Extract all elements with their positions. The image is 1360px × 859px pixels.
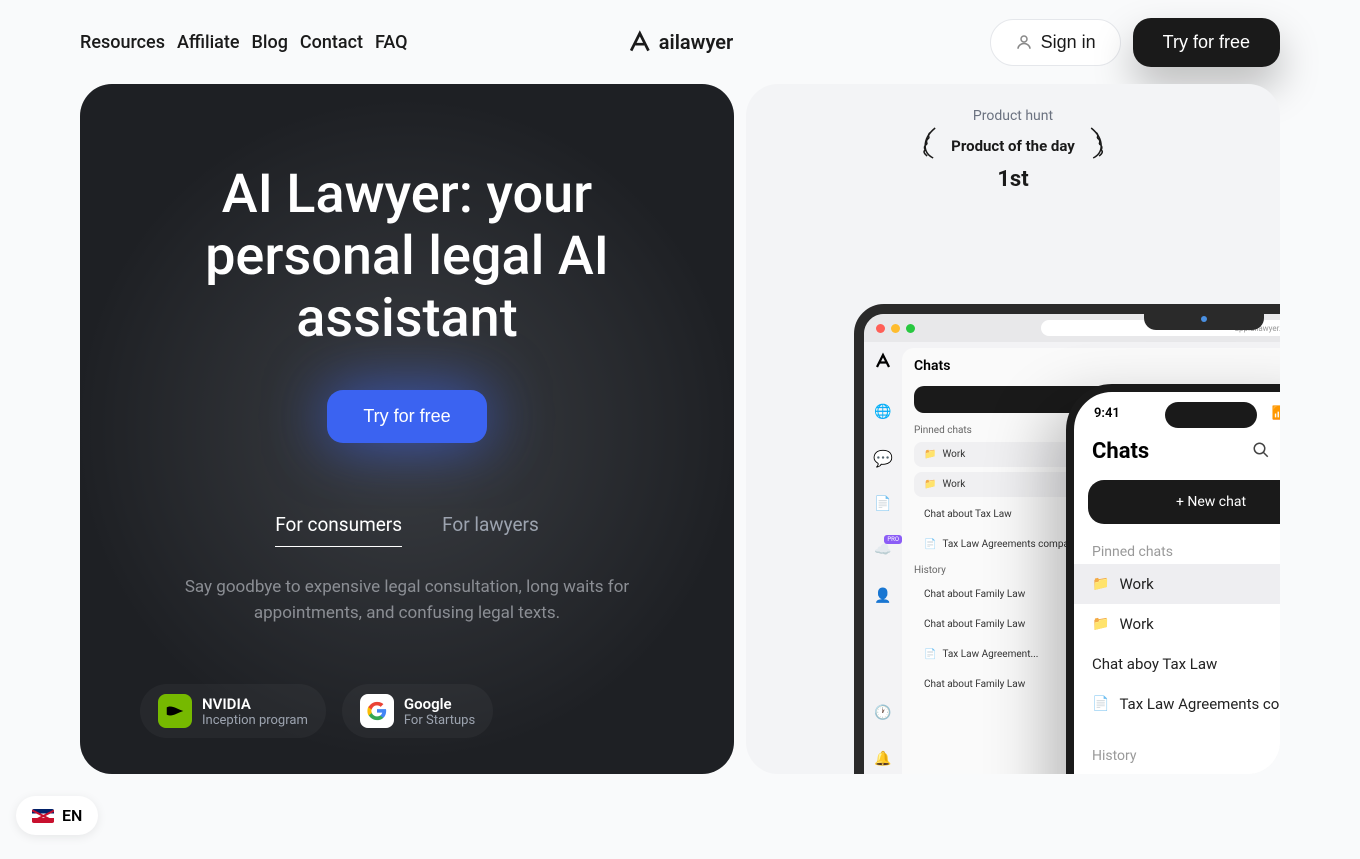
signal-icon: 📶 xyxy=(1271,406,1280,421)
phone-newchat: + New chat xyxy=(1088,480,1280,524)
phone-time: 9:41 xyxy=(1094,406,1120,421)
preview-panel: Product hunt Product of the day 1st app.… xyxy=(746,84,1280,774)
phone-mockup: 9:41 📶 📡 🔋 Chats xyxy=(1066,384,1280,774)
traffic-light-close-icon xyxy=(876,324,885,333)
chat-icon: 💬 xyxy=(874,449,892,467)
hero-title: AI Lawyer: your personal legal AI assist… xyxy=(140,164,674,350)
folder-icon: 📁 xyxy=(1092,576,1109,592)
badge-google-title: Google xyxy=(404,695,475,713)
badge-nvidia-title: NVIDIA xyxy=(202,695,308,713)
phone-pinned-label: Pinned chats xyxy=(1092,544,1173,560)
laptop-sidebar: 🌐 💬 📄 ☁️PRO 👤 🕐 🔔 🔗 xyxy=(864,342,902,774)
badge-nvidia-sub: Inception program xyxy=(202,713,308,728)
laptop-logo-icon xyxy=(874,352,892,375)
uk-flag-icon xyxy=(32,809,54,823)
phone-history-label: History xyxy=(1092,748,1137,764)
ph-title: Product of the day xyxy=(951,137,1075,155)
tab-consumers[interactable]: For consumers xyxy=(275,513,402,547)
folder-icon: 📁 xyxy=(924,449,936,460)
document-icon: 📄 xyxy=(874,495,892,513)
nav-contact[interactable]: Contact xyxy=(300,32,363,53)
traffic-light-max-icon xyxy=(906,324,915,333)
language-switcher[interactable]: EN xyxy=(16,796,98,835)
phone-title: Chats xyxy=(1092,439,1149,464)
cloud-icon: ☁️PRO xyxy=(874,541,892,559)
lang-label: EN xyxy=(62,806,82,825)
nav-blog[interactable]: Blog xyxy=(252,32,288,53)
doc-icon: 📄 xyxy=(1092,696,1109,712)
nav-affiliate[interactable]: Affiliate xyxy=(177,32,240,53)
brand-logo[interactable]: ailawyer xyxy=(627,29,733,55)
sign-in-label: Sign in xyxy=(1041,32,1096,53)
brand-name: ailawyer xyxy=(659,30,733,54)
list-item: 📄Tax Law Agreements com... xyxy=(1074,684,1280,724)
bell-icon: 🔔 xyxy=(874,750,892,768)
main-nav: Resources Affiliate Blog Contact FAQ xyxy=(80,32,408,53)
traffic-light-min-icon xyxy=(891,324,900,333)
hero-tabs: For consumers For lawyers xyxy=(275,513,539,547)
tab-lawyers[interactable]: For lawyers xyxy=(442,513,539,547)
search-icon xyxy=(1252,441,1270,463)
badge-google-sub: For Startups xyxy=(404,713,475,728)
doc-icon: 📄 xyxy=(924,649,936,660)
try-free-button[interactable]: Try for free xyxy=(1133,18,1280,67)
nav-resources[interactable]: Resources xyxy=(80,32,165,53)
person-icon: 👤 xyxy=(874,587,892,605)
nvidia-icon xyxy=(158,694,192,728)
laurel-right-icon xyxy=(1085,126,1107,165)
list-item: 📁Work xyxy=(1074,604,1280,644)
list-item: Chat aboy Tax Law xyxy=(1074,644,1280,684)
sign-in-button[interactable]: Sign in xyxy=(990,19,1121,66)
ph-rank: 1st xyxy=(919,167,1107,192)
hero-description: Say goodbye to expensive legal consultat… xyxy=(147,575,667,626)
laptop-title: Chats xyxy=(914,358,1280,374)
badge-google: Google For Startups xyxy=(342,684,493,738)
list-item: 📁Work xyxy=(1074,564,1280,604)
folder-icon: 📁 xyxy=(924,479,936,490)
badge-nvidia: NVIDIA Inception program xyxy=(140,684,326,738)
folder-icon: 📁 xyxy=(1092,616,1109,632)
globe-icon: 🌐 xyxy=(874,403,892,421)
logo-icon xyxy=(627,29,653,55)
clock-icon: 🕐 xyxy=(874,704,892,722)
nav-faq[interactable]: FAQ xyxy=(375,32,408,53)
doc-icon: 📄 xyxy=(924,539,936,550)
ph-source: Product hunt xyxy=(919,108,1107,124)
user-icon xyxy=(1015,33,1033,51)
google-icon xyxy=(360,694,394,728)
list-item: 📁Work xyxy=(1074,768,1280,774)
hero-cta-button[interactable]: Try for free xyxy=(327,390,486,443)
product-hunt-badge: Product hunt Product of the day 1st xyxy=(919,108,1107,192)
hero-card: AI Lawyer: your personal legal AI assist… xyxy=(80,84,734,774)
laurel-left-icon xyxy=(919,126,941,165)
